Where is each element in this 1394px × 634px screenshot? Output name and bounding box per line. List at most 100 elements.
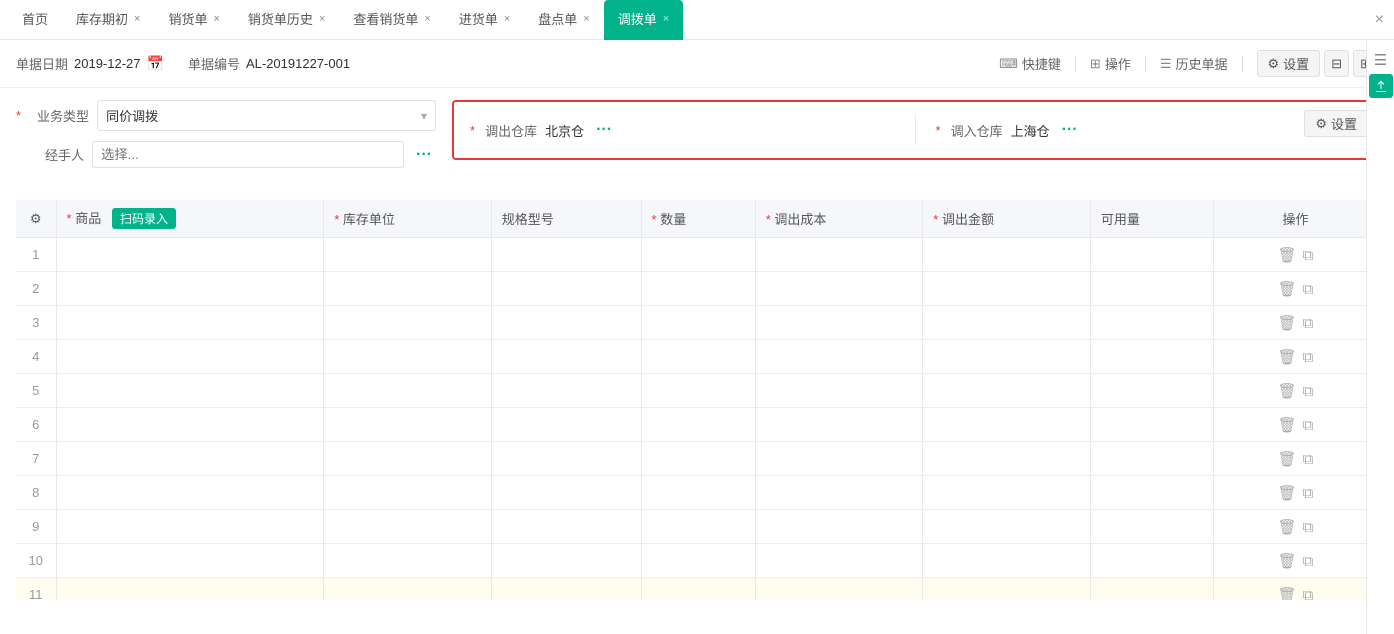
tab-home[interactable]: 首页 xyxy=(8,0,62,40)
row-product[interactable] xyxy=(56,510,324,544)
row-available[interactable] xyxy=(1090,578,1213,601)
copy-icon[interactable]: ⧉ xyxy=(1300,451,1317,468)
delete-icon[interactable]: 🗑 xyxy=(1275,280,1300,298)
row-available[interactable] xyxy=(1090,408,1213,442)
row-unit[interactable] xyxy=(324,544,492,578)
row-available[interactable] xyxy=(1090,374,1213,408)
tab-view-sales[interactable]: 查看销货单 × xyxy=(339,0,444,40)
row-cost[interactable] xyxy=(755,272,923,306)
row-product[interactable] xyxy=(56,578,324,601)
delete-icon[interactable]: 🗑 xyxy=(1275,382,1300,400)
row-available[interactable] xyxy=(1090,272,1213,306)
row-spec[interactable] xyxy=(491,306,641,340)
row-available[interactable] xyxy=(1090,544,1213,578)
row-spec[interactable] xyxy=(491,272,641,306)
row-available[interactable] xyxy=(1090,340,1213,374)
tab-inventory-init[interactable]: 库存期初 × xyxy=(62,0,154,40)
row-amount[interactable] xyxy=(923,578,1091,601)
copy-icon[interactable]: ⧉ xyxy=(1300,519,1317,536)
row-amount[interactable] xyxy=(923,476,1091,510)
row-available[interactable] xyxy=(1090,510,1213,544)
row-spec[interactable] xyxy=(491,544,641,578)
row-spec[interactable] xyxy=(491,578,641,601)
history-button[interactable]: ☰ 历史单据 xyxy=(1160,54,1228,73)
row-amount[interactable] xyxy=(923,238,1091,272)
business-type-select[interactable]: 同价调拨 ▾ xyxy=(97,100,436,131)
tab-stocktake-close[interactable]: × xyxy=(583,13,589,25)
tab-purchase-order-close[interactable]: × xyxy=(504,13,510,25)
row-spec[interactable] xyxy=(491,408,641,442)
row-qty[interactable] xyxy=(641,238,755,272)
row-product[interactable] xyxy=(56,476,324,510)
row-unit[interactable] xyxy=(324,442,492,476)
delete-icon[interactable]: 🗑 xyxy=(1275,552,1300,570)
delete-icon[interactable]: 🗑 xyxy=(1275,416,1300,434)
handler-input[interactable] xyxy=(92,141,404,168)
row-amount[interactable] xyxy=(923,306,1091,340)
warehouse-in-more-button[interactable]: ··· xyxy=(1058,121,1082,139)
layout-button[interactable]: ⊟ xyxy=(1324,50,1349,77)
row-unit[interactable] xyxy=(324,374,492,408)
row-unit[interactable] xyxy=(324,306,492,340)
row-qty[interactable] xyxy=(641,442,755,476)
row-available[interactable] xyxy=(1090,476,1213,510)
row-cost[interactable] xyxy=(755,408,923,442)
row-product[interactable] xyxy=(56,544,324,578)
row-cost[interactable] xyxy=(755,442,923,476)
delete-icon[interactable]: 🗑 xyxy=(1275,314,1300,332)
row-spec[interactable] xyxy=(491,442,641,476)
row-amount[interactable] xyxy=(923,272,1091,306)
tab-inventory-init-close[interactable]: × xyxy=(134,13,140,25)
delete-icon[interactable]: 🗑 xyxy=(1275,484,1300,502)
tab-purchase-order[interactable]: 进货单 × xyxy=(445,0,524,40)
tab-transfer[interactable]: 调拨单 × xyxy=(604,0,683,40)
row-amount[interactable] xyxy=(923,510,1091,544)
row-cost[interactable] xyxy=(755,374,923,408)
settings-button[interactable]: ⚙ 设置 xyxy=(1257,50,1321,77)
row-spec[interactable] xyxy=(491,476,641,510)
row-product[interactable] xyxy=(56,306,324,340)
delete-icon[interactable]: 🗑 xyxy=(1275,450,1300,468)
copy-icon[interactable]: ⧉ xyxy=(1300,417,1317,434)
row-cost[interactable] xyxy=(755,578,923,601)
copy-icon[interactable]: ⧉ xyxy=(1300,315,1317,332)
row-amount[interactable] xyxy=(923,374,1091,408)
row-product[interactable] xyxy=(56,340,324,374)
warehouse-settings-button[interactable]: ⚙ 设置 xyxy=(1304,110,1368,137)
row-unit[interactable] xyxy=(324,340,492,374)
row-spec[interactable] xyxy=(491,238,641,272)
row-product[interactable] xyxy=(56,442,324,476)
copy-icon[interactable]: ⧉ xyxy=(1300,349,1317,366)
row-spec[interactable] xyxy=(491,374,641,408)
scan-button[interactable]: 扫码录入 xyxy=(112,208,176,229)
delete-icon[interactable]: 🗑 xyxy=(1275,518,1300,536)
row-unit[interactable] xyxy=(324,476,492,510)
row-product[interactable] xyxy=(56,374,324,408)
row-unit[interactable] xyxy=(324,578,492,601)
global-close-button[interactable]: × xyxy=(1375,11,1384,29)
delete-icon[interactable]: 🗑 xyxy=(1275,348,1300,366)
copy-icon[interactable]: ⧉ xyxy=(1300,553,1317,570)
row-amount[interactable] xyxy=(923,408,1091,442)
row-unit[interactable] xyxy=(324,272,492,306)
row-cost[interactable] xyxy=(755,306,923,340)
copy-icon[interactable]: ⧉ xyxy=(1300,281,1317,298)
row-qty[interactable] xyxy=(641,510,755,544)
row-product[interactable] xyxy=(56,272,324,306)
row-amount[interactable] xyxy=(923,442,1091,476)
tab-view-sales-close[interactable]: × xyxy=(424,13,430,25)
row-cost[interactable] xyxy=(755,340,923,374)
row-cost[interactable] xyxy=(755,476,923,510)
operation-button[interactable]: ⊞ 操作 xyxy=(1090,54,1131,73)
calendar-icon[interactable]: 📅 xyxy=(147,55,164,72)
row-qty[interactable] xyxy=(641,374,755,408)
warehouse-out-more-button[interactable]: ··· xyxy=(592,121,616,139)
row-cost[interactable] xyxy=(755,238,923,272)
row-cost[interactable] xyxy=(755,510,923,544)
row-amount[interactable] xyxy=(923,340,1091,374)
row-qty[interactable] xyxy=(641,272,755,306)
row-unit[interactable] xyxy=(324,408,492,442)
row-unit[interactable] xyxy=(324,510,492,544)
row-product[interactable] xyxy=(56,408,324,442)
tab-sales-order[interactable]: 销货单 × xyxy=(154,0,233,40)
